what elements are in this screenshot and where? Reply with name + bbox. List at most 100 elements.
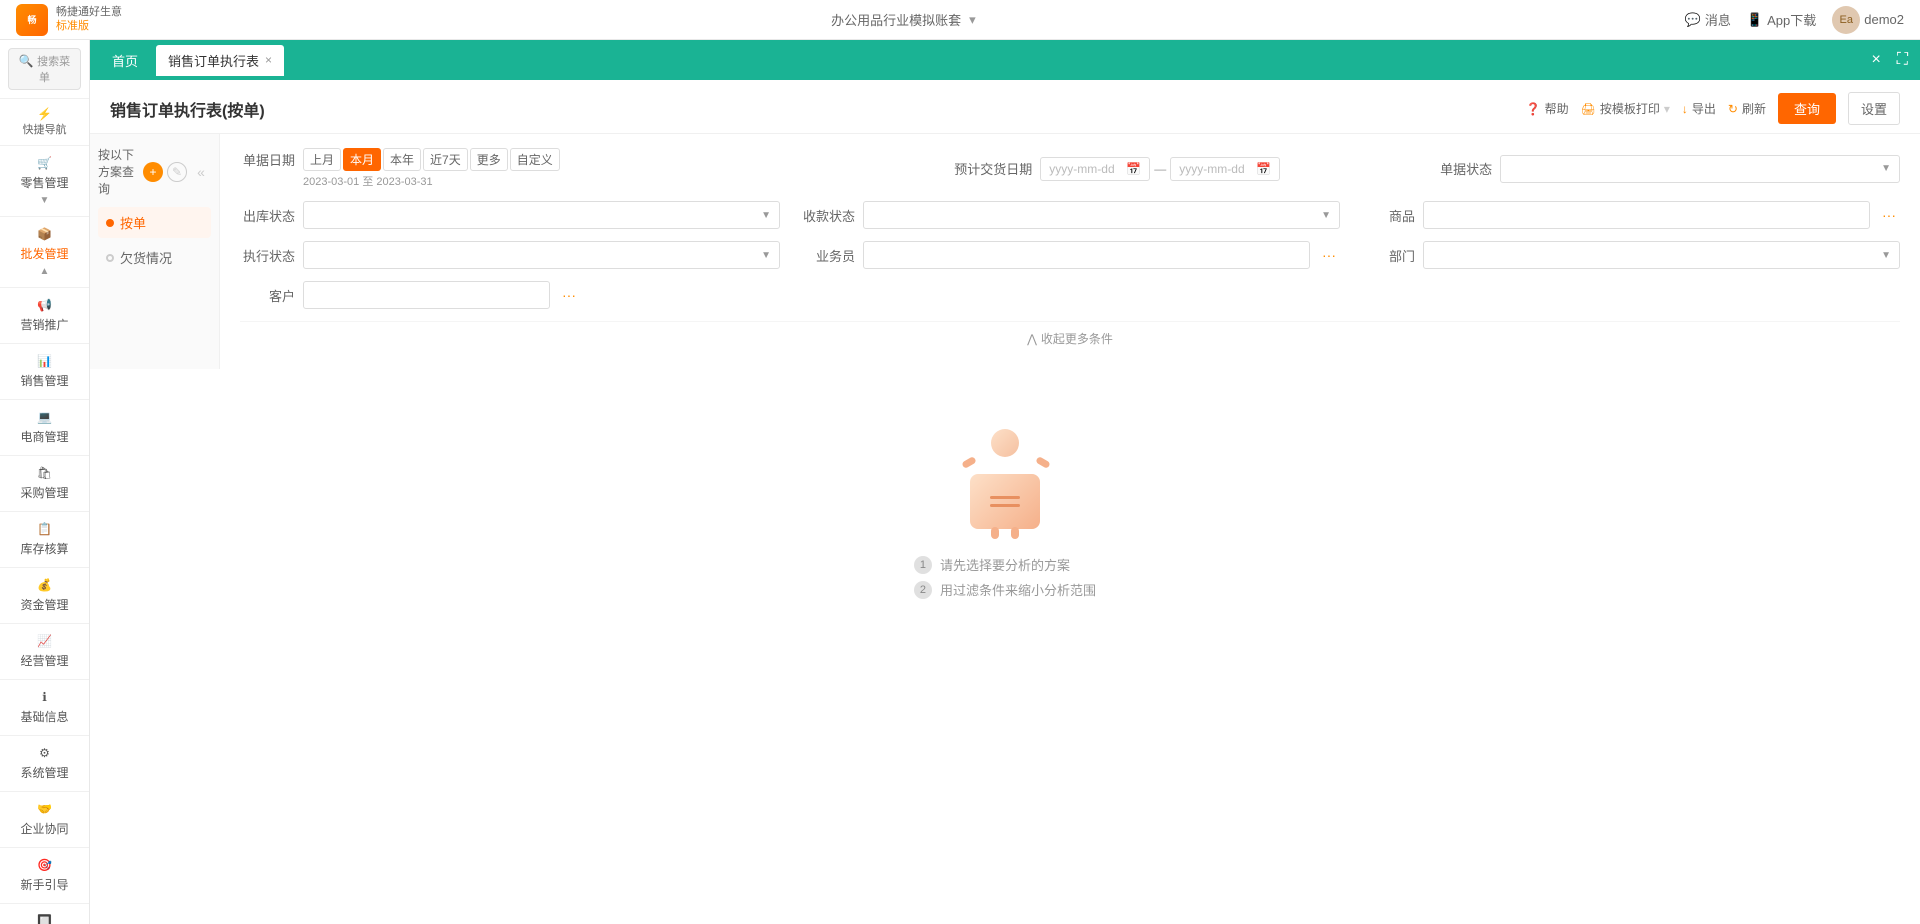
customer-input[interactable] bbox=[303, 281, 550, 309]
sidebar-item-purchase[interactable]: 🛍 采购管理 bbox=[0, 456, 89, 512]
sidebar-item-operations[interactable]: 📈 经营管理 bbox=[0, 624, 89, 680]
filter-section: 按以下方案查询 + ✎ « 按单 欠货情况 bbox=[90, 134, 1920, 369]
basicinfo-icon: ℹ bbox=[42, 690, 47, 704]
exec-status-group: 执行状态 ▼ bbox=[240, 241, 780, 269]
empty-face bbox=[990, 496, 1020, 507]
logo-icon: 畅 bbox=[16, 4, 48, 36]
search-button[interactable]: 查询 bbox=[1778, 93, 1836, 124]
receive-status-group: 收款状态 ▼ bbox=[800, 201, 1340, 229]
tab-home[interactable]: 首页 bbox=[98, 45, 152, 76]
plan-dot-active bbox=[106, 219, 114, 227]
tab-close-btn[interactable]: × bbox=[265, 53, 272, 67]
date-from-placeholder: yyyy-mm-dd bbox=[1049, 162, 1114, 176]
salesperson-more-btn[interactable]: ··· bbox=[1318, 247, 1340, 263]
app-title-area: 办公用品行业模拟账套 ▾ bbox=[831, 10, 976, 29]
date-more-btn[interactable]: 更多 bbox=[470, 148, 508, 171]
sidebar-item-marketing[interactable]: 📢 营销推广 bbox=[0, 288, 89, 344]
sidebar-item-sales[interactable]: 📊 销售管理 bbox=[0, 344, 89, 400]
retail-arrow: ▼ bbox=[40, 195, 50, 206]
customer-more-btn[interactable]: ··· bbox=[558, 287, 580, 303]
settings-button[interactable]: 设置 bbox=[1848, 92, 1900, 125]
search-menu-box[interactable]: 🔍 搜索菜单 bbox=[8, 48, 81, 90]
out-status-label: 出库状态 bbox=[240, 206, 295, 225]
edit-plan-btn[interactable]: ✎ bbox=[167, 162, 187, 182]
date-7days-btn[interactable]: 近7天 bbox=[423, 148, 468, 171]
tab-bar: 首页 销售订单执行表 × × ⛶ bbox=[90, 40, 1920, 80]
print-dropdown-icon[interactable]: ▾ bbox=[1664, 102, 1670, 116]
print-btn[interactable]: 🖨 按模板打印 ▾ bbox=[1581, 100, 1670, 117]
expected-date-to[interactable]: yyyy-mm-dd 📅 bbox=[1170, 157, 1280, 181]
out-status-select[interactable]: ▼ bbox=[303, 201, 780, 229]
goods-input[interactable] bbox=[1423, 201, 1870, 229]
refresh-btn[interactable]: ↻ 刷新 bbox=[1728, 100, 1766, 117]
salesperson-input[interactable] bbox=[863, 241, 1310, 269]
empty-tip-2: 2 用过滤条件来缩小分析范围 bbox=[914, 580, 1096, 599]
sidebar-item-collab[interactable]: 🤝 企业协同 bbox=[0, 792, 89, 848]
sidebar-item-appcenter[interactable]: 🔲 应用中心 bbox=[0, 904, 89, 924]
status-select[interactable]: ▼ bbox=[1500, 155, 1900, 183]
content-area: 首页 销售订单执行表 × × ⛶ 销售订单执行表(按单) ❓ 帮助 bbox=[90, 40, 1920, 924]
app-download-btn[interactable]: 📱 App下载 bbox=[1747, 10, 1816, 29]
status-group: 单据状态 ▼ bbox=[1437, 155, 1900, 183]
collapse-label: 收起更多条件 bbox=[1041, 330, 1113, 347]
receive-chevron: ▼ bbox=[1321, 210, 1331, 221]
purchase-icon: 🛍 bbox=[37, 466, 52, 480]
page-container: 销售订单执行表(按单) ❓ 帮助 🖨 按模板打印 ▾ ↓ 导出 bbox=[90, 80, 1920, 924]
filter-plan-sidebar: 按以下方案查询 + ✎ « 按单 欠货情况 bbox=[90, 134, 220, 369]
salesperson-group: 业务员 ··· bbox=[800, 241, 1340, 269]
plan-item-1[interactable]: 欠货情况 bbox=[98, 242, 211, 273]
wholesale-icon: 📦 bbox=[37, 227, 52, 241]
user-area[interactable]: Ea demo2 bbox=[1832, 6, 1904, 34]
tab-bar-actions: × ⛶ bbox=[1867, 47, 1912, 73]
goods-group: 商品 ··· bbox=[1360, 201, 1900, 229]
date-label: 单据日期 bbox=[240, 150, 295, 169]
date-this-month-btn[interactable]: 本月 bbox=[343, 148, 381, 171]
sidebar-item-wholesale[interactable]: 📦 批发管理 ▲ bbox=[0, 217, 89, 288]
top-bar-right: 💬 消息 📱 App下载 Ea demo2 bbox=[1685, 6, 1904, 34]
calendar-from-icon: 📅 bbox=[1126, 162, 1141, 176]
page-title: 销售订单执行表(按单) bbox=[110, 97, 265, 121]
sidebar-item-ecommerce[interactable]: 💻 电商管理 bbox=[0, 400, 89, 456]
tip-num-1: 1 bbox=[914, 556, 932, 574]
tab-maximize-btn[interactable]: ⛶ bbox=[1893, 47, 1912, 73]
sidebar-item-basicinfo[interactable]: ℹ 基础信息 bbox=[0, 680, 89, 736]
sales-icon: 📊 bbox=[37, 354, 52, 368]
sidebar-item-retail[interactable]: 🛒 零售管理 ▼ bbox=[0, 146, 89, 217]
date-quick-btns: 上月 本月 本年 近7天 更多 自定义 bbox=[303, 148, 560, 171]
tab-minimize-btn[interactable]: × bbox=[1867, 47, 1884, 73]
sidebar-item-inventory[interactable]: 📋 库存核算 bbox=[0, 512, 89, 568]
help-btn[interactable]: ❓ 帮助 bbox=[1526, 100, 1569, 117]
sidebar-item-system[interactable]: ⚙ 系统管理 bbox=[0, 736, 89, 792]
dropdown-icon[interactable]: ▾ bbox=[969, 12, 976, 28]
exec-status-select[interactable]: ▼ bbox=[303, 241, 780, 269]
customer-label: 客户 bbox=[240, 286, 295, 305]
sidebar-item-finance[interactable]: 💰 资金管理 bbox=[0, 568, 89, 624]
tab-active-label: 销售订单执行表 bbox=[168, 51, 259, 70]
date-row: 单据日期 上月 本月 本年 近7天 更多 自定义 bbox=[240, 148, 564, 171]
filter-row-4: 客户 ··· bbox=[240, 281, 1900, 309]
collapse-icon: ⋀ bbox=[1027, 332, 1037, 346]
receive-status-select[interactable]: ▼ bbox=[863, 201, 1340, 229]
help-icon: ❓ bbox=[1526, 102, 1541, 116]
sidebar-item-guide[interactable]: 🎯 新手引导 bbox=[0, 848, 89, 904]
date-custom-btn[interactable]: 自定义 bbox=[510, 148, 560, 171]
add-plan-btn[interactable]: + bbox=[143, 162, 163, 182]
goods-more-btn[interactable]: ··· bbox=[1878, 207, 1900, 223]
left-arm bbox=[961, 456, 977, 469]
collapse-sidebar-btn[interactable]: « bbox=[191, 162, 211, 182]
dept-select[interactable]: ▼ bbox=[1423, 241, 1900, 269]
date-last-month-btn[interactable]: 上月 bbox=[303, 148, 341, 171]
expected-date-from[interactable]: yyyy-mm-dd 📅 bbox=[1040, 157, 1150, 181]
expected-date-label: 预计交货日期 bbox=[954, 159, 1032, 178]
message-btn[interactable]: 💬 消息 bbox=[1685, 10, 1731, 29]
tab-active[interactable]: 销售订单执行表 × bbox=[156, 45, 284, 76]
refresh-icon: ↻ bbox=[1728, 102, 1738, 116]
goods-label: 商品 bbox=[1360, 206, 1415, 225]
plan-dot-inactive bbox=[106, 254, 114, 262]
sidebar-quick-nav[interactable]: ⚡ 快捷导航 bbox=[0, 99, 89, 146]
search-icon: 🔍 bbox=[19, 54, 34, 68]
export-btn[interactable]: ↓ 导出 bbox=[1682, 100, 1716, 117]
plan-item-0[interactable]: 按单 bbox=[98, 207, 211, 238]
collapse-bar[interactable]: ⋀ 收起更多条件 bbox=[240, 321, 1900, 355]
date-this-year-btn[interactable]: 本年 bbox=[383, 148, 421, 171]
